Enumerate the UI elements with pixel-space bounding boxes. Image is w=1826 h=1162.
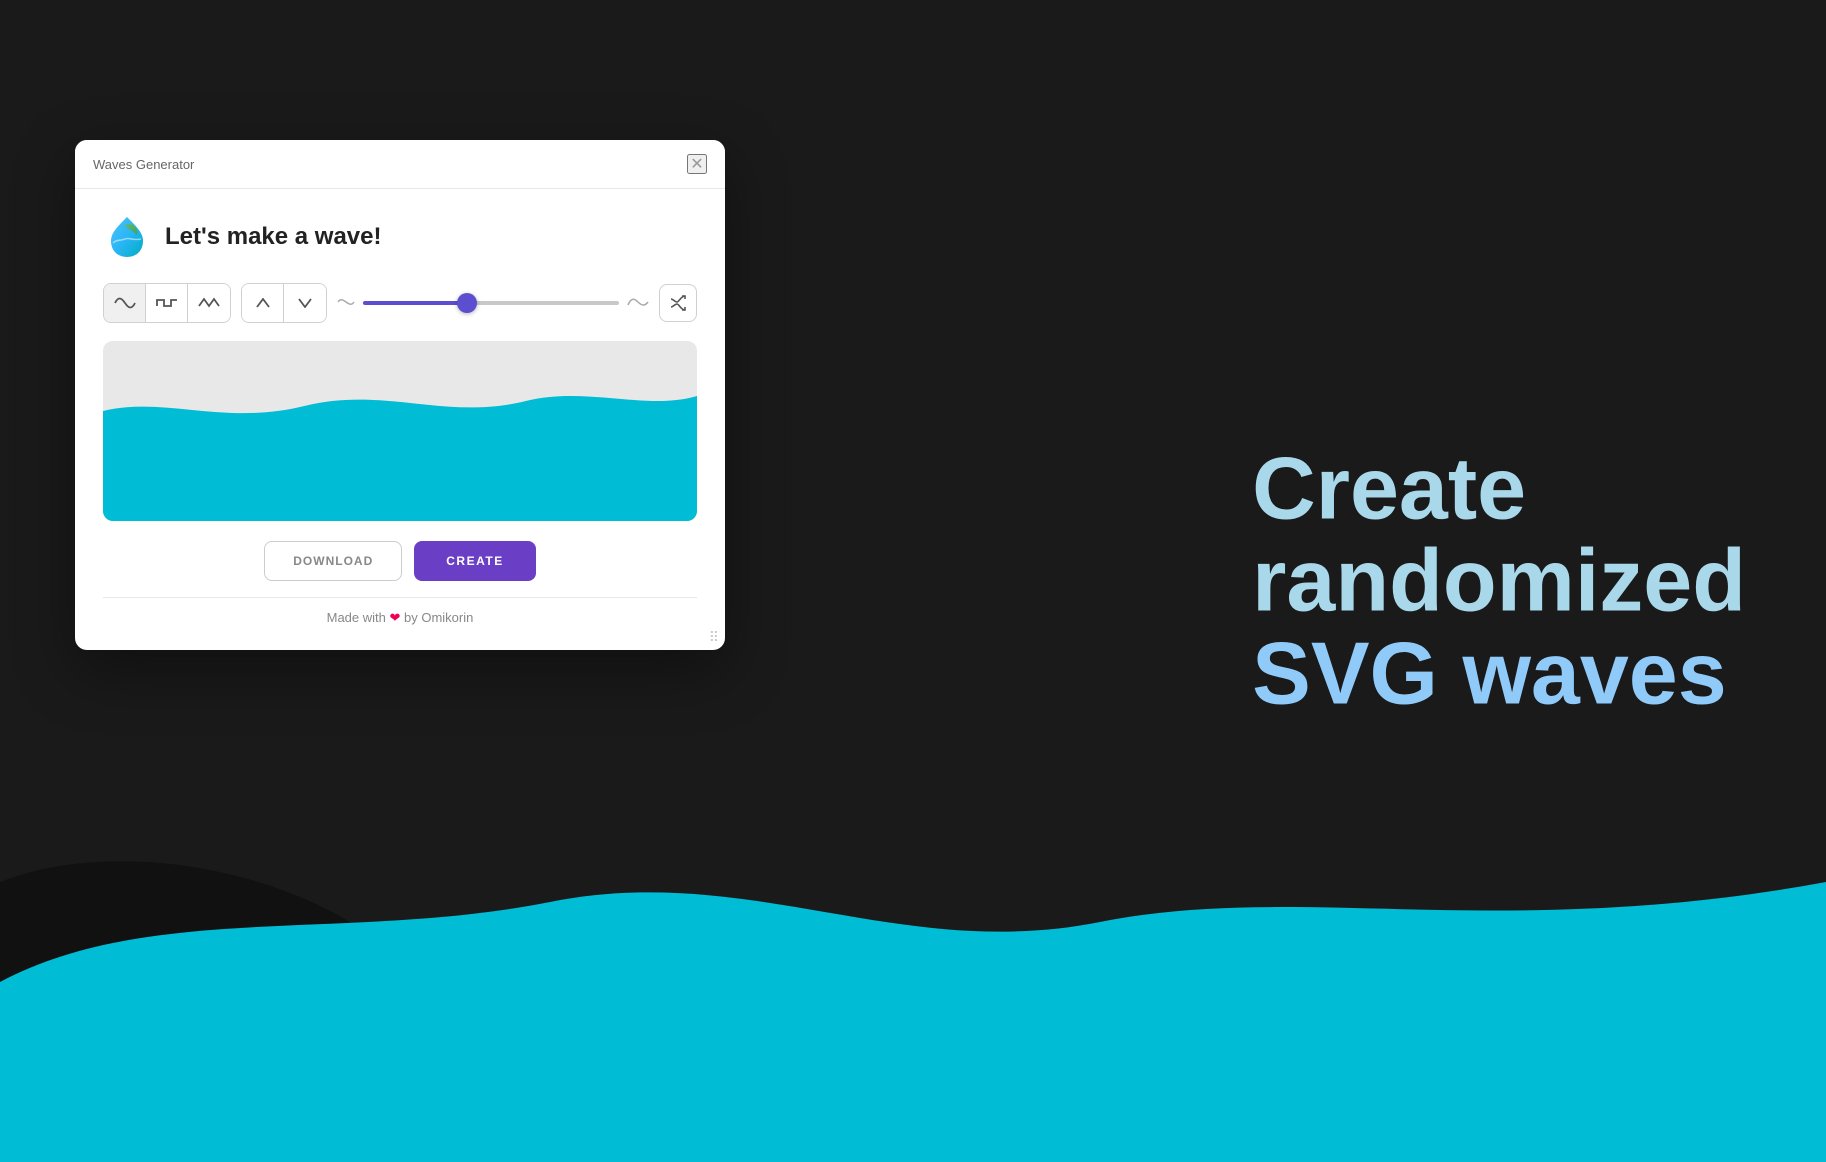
wave-small-icon bbox=[337, 294, 355, 312]
wave-large-icon bbox=[627, 294, 649, 312]
footer-text-prefix: Made with bbox=[327, 610, 386, 625]
wave-type-group bbox=[103, 283, 231, 323]
app-logo bbox=[103, 213, 151, 261]
wave-complexity-slider[interactable] bbox=[363, 301, 619, 305]
heading-line1: Create bbox=[1252, 438, 1526, 537]
app-window: Waves Generator ✕ bbox=[75, 140, 725, 650]
heart-icon: ❤ bbox=[389, 610, 400, 625]
footer-text-suffix: by Omikorin bbox=[404, 610, 473, 625]
download-button[interactable]: DOWNLOAD bbox=[264, 541, 402, 581]
wave-preview bbox=[103, 341, 697, 521]
wave-type-square[interactable] bbox=[146, 284, 188, 322]
action-buttons: DOWNLOAD CREATE bbox=[103, 541, 697, 581]
direction-down-button[interactable] bbox=[284, 284, 326, 322]
background-wave bbox=[0, 682, 1826, 1162]
wave-type-sine[interactable] bbox=[104, 284, 146, 322]
controls-row bbox=[103, 283, 697, 323]
window-body: Let's make a wave! bbox=[75, 189, 725, 650]
create-button[interactable]: CREATE bbox=[414, 541, 535, 581]
heading-main: Create randomized SVG waves bbox=[1252, 442, 1746, 719]
close-button[interactable]: ✕ bbox=[687, 154, 707, 174]
app-title: Let's make a wave! bbox=[165, 223, 382, 251]
right-content: Create randomized SVG waves bbox=[1252, 442, 1746, 719]
slider-container bbox=[337, 294, 649, 312]
wave-type-triangle[interactable] bbox=[188, 284, 230, 322]
direction-up-button[interactable] bbox=[242, 284, 284, 322]
direction-group bbox=[241, 283, 327, 323]
resize-handle[interactable]: ⠿ bbox=[709, 629, 719, 646]
window-footer: Made with ❤ by Omikorin bbox=[103, 597, 697, 630]
heading-line3: SVG waves bbox=[1252, 623, 1727, 722]
wave-preview-svg bbox=[103, 341, 697, 521]
title-bar: Waves Generator ✕ bbox=[75, 140, 725, 189]
randomize-button[interactable] bbox=[659, 284, 697, 322]
window-title: Waves Generator bbox=[93, 157, 194, 172]
heading-line2: randomized bbox=[1252, 531, 1746, 630]
app-header: Let's make a wave! bbox=[103, 213, 697, 261]
